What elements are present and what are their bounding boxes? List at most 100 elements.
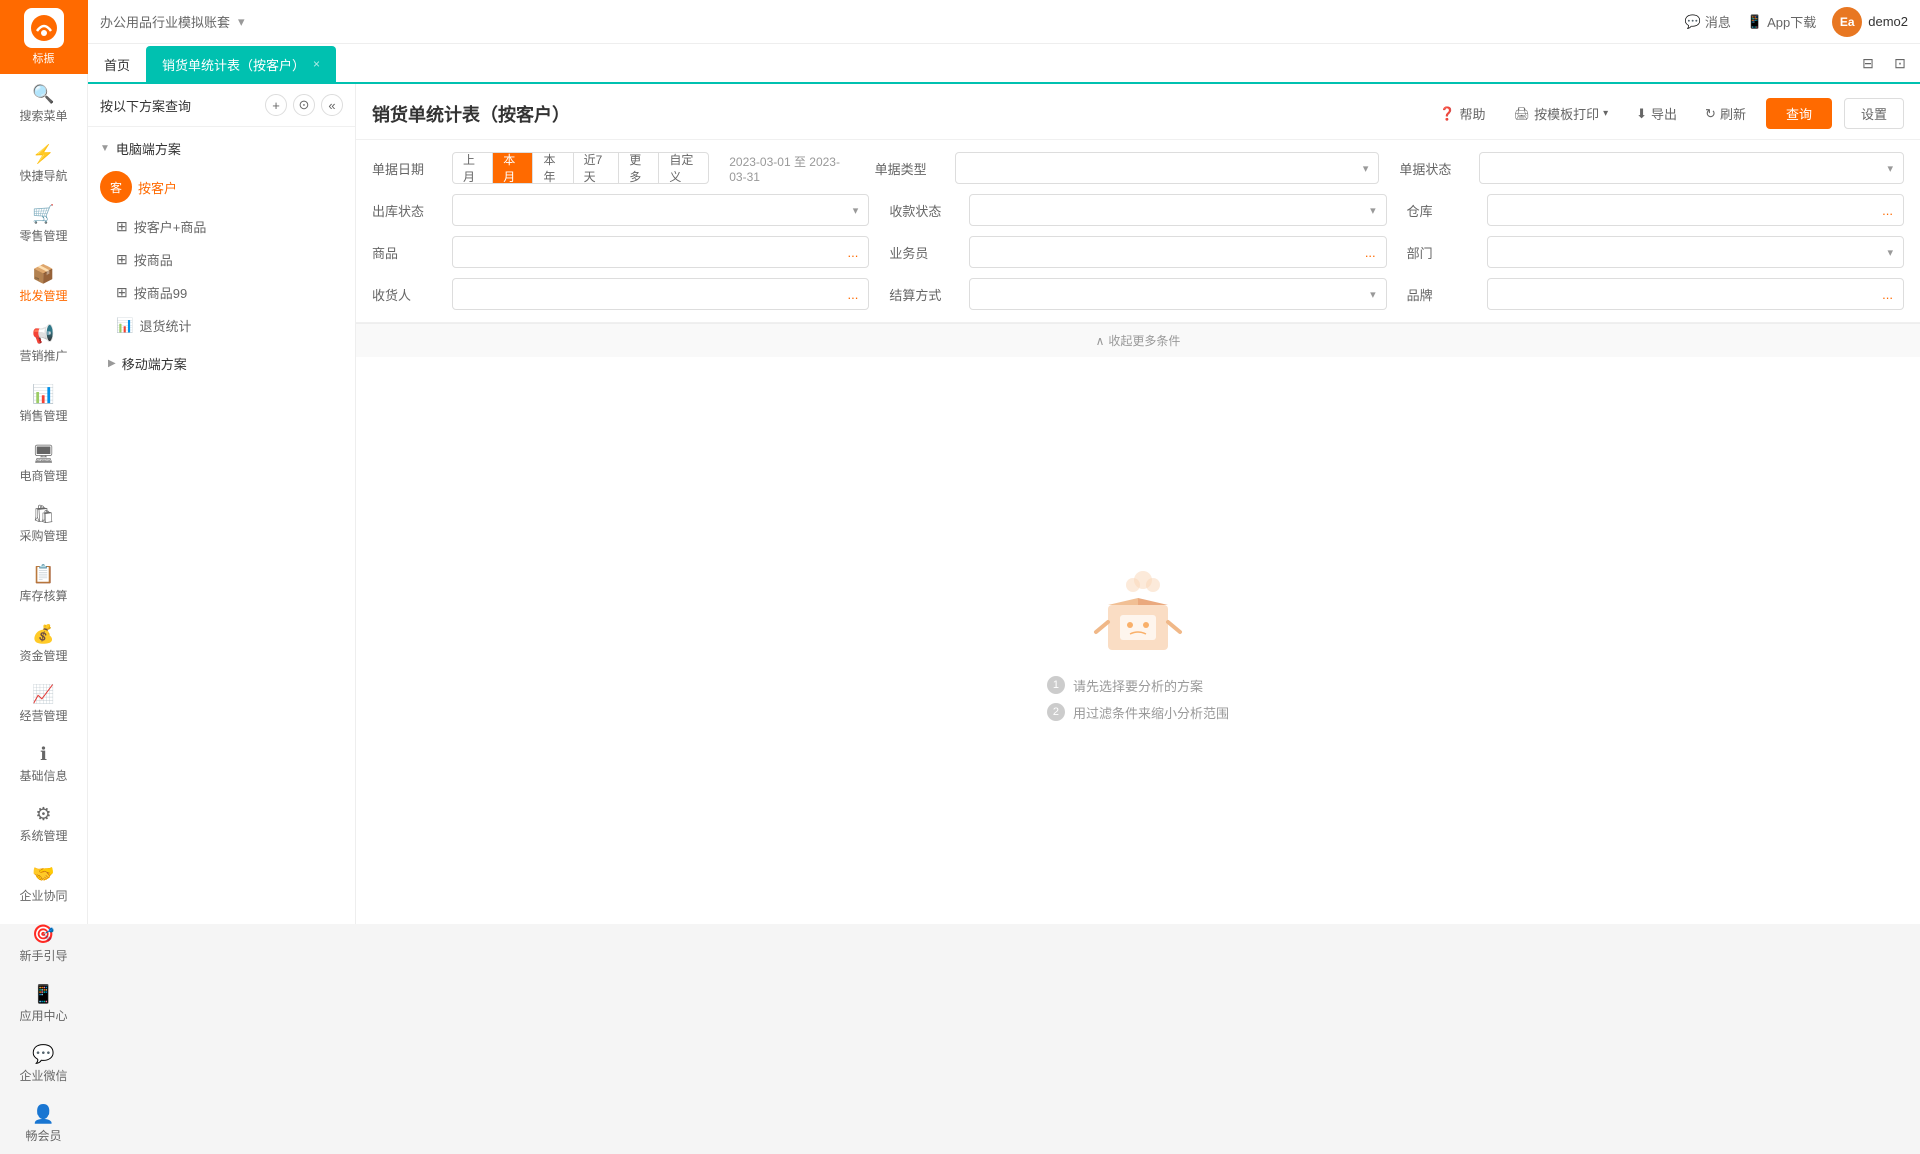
- tree-label-product: 按商品: [134, 250, 173, 269]
- sidebar-item-sales[interactable]: 📊 销售管理: [0, 374, 87, 434]
- sidebar-item-member[interactable]: 👤 畅会员: [0, 1094, 87, 1154]
- sidebar-item-finance[interactable]: 💰 资金管理: [0, 614, 87, 674]
- date-tab-7-days-label: 近7天: [584, 152, 609, 184]
- tab-close-icon[interactable]: ×: [313, 57, 320, 71]
- download-icon: 📱: [1747, 14, 1763, 30]
- tree-item-by-customer[interactable]: 客 按客户: [88, 164, 355, 210]
- sidebar-item-quick-nav[interactable]: ⚡ 快捷导航: [0, 134, 87, 194]
- dept-label: 部门: [1407, 243, 1487, 262]
- salesperson-control[interactable]: ...: [969, 236, 1386, 268]
- marketing-icon: 📢: [32, 324, 54, 345]
- logo-icon: [24, 8, 64, 48]
- print-icon: 🖨: [1514, 106, 1531, 122]
- date-tab-custom-label: 自定义: [669, 152, 698, 184]
- sidebar-label-member: 畅会员: [25, 1127, 61, 1144]
- tree-item-customer-product[interactable]: ⊞ 按客户+商品: [88, 210, 355, 243]
- panel-collapse-button[interactable]: «: [321, 94, 343, 116]
- active-item-icon: 客: [110, 179, 122, 196]
- sidebar-item-retail[interactable]: 🛒 零售管理: [0, 194, 87, 254]
- sidebar-item-ecommerce[interactable]: 🖥 电商管理: [0, 434, 87, 494]
- help-button[interactable]: ❓ 帮助: [1431, 100, 1493, 127]
- sidebar-item-wholesale[interactable]: 📦 批发管理: [0, 254, 87, 314]
- payment-control[interactable]: ▾: [969, 278, 1386, 310]
- tree-label-product-99: 按商品99: [134, 283, 187, 302]
- sidebar-label-retail: 零售管理: [19, 227, 67, 244]
- warehouse-label: 仓库: [1407, 201, 1487, 220]
- tree-item-return-stats[interactable]: 📊 退货统计: [88, 309, 355, 342]
- status-dropdown-icon: ▾: [1887, 162, 1893, 175]
- sidebar-item-search[interactable]: 🔍 搜索菜单: [0, 74, 87, 134]
- system-icon: ⚙: [35, 804, 51, 825]
- page-title: 销货单统计表（按客户）: [372, 101, 570, 127]
- tree-section-mobile-header[interactable]: ▶ 移动端方案: [88, 348, 355, 379]
- inventory-icon: 📋: [32, 564, 54, 585]
- dept-control[interactable]: ▾: [1487, 236, 1904, 268]
- collect-status-control[interactable]: ▾: [969, 194, 1386, 226]
- app-logo[interactable]: 标振: [0, 0, 88, 74]
- print-button[interactable]: 🖨 按模板打印 ▾: [1506, 100, 1617, 127]
- date-range: 2023-03-01 至 2023-03-31: [729, 153, 854, 184]
- tree-section-pc-header[interactable]: ▼ 电脑端方案: [88, 133, 355, 164]
- left-panel: 按以下方案查询 + ⊙ « ▼ 电脑端方案 客 按客户: [88, 84, 356, 924]
- date-tab-last-month[interactable]: 上月: [453, 153, 493, 183]
- out-status-control[interactable]: ▾: [452, 194, 869, 226]
- collapse-label: 收起更多条件: [1108, 332, 1180, 349]
- out-status-label: 出库状态: [372, 201, 452, 220]
- sidebar-item-basic[interactable]: ℹ 基础信息: [0, 734, 87, 794]
- product-label: 商品: [372, 243, 452, 262]
- date-tab-more[interactable]: 更多: [619, 153, 659, 183]
- empty-illustration: [1078, 560, 1198, 660]
- collapse-bar[interactable]: ∧ 收起更多条件: [356, 323, 1920, 357]
- tree-icon-product: ⊞: [116, 251, 128, 268]
- status-filter-label: 单据状态: [1399, 159, 1479, 178]
- sidebar-item-system[interactable]: ⚙ 系统管理: [0, 794, 87, 854]
- panel-add-button[interactable]: +: [265, 94, 287, 116]
- empty-state: 1 请先选择要分析的方案 2 用过滤条件来缩小分析范围: [356, 357, 1920, 924]
- filter-row-4: 收货人 ... 结算方式 ▾ 品牌 ...: [372, 278, 1904, 310]
- warehouse-control[interactable]: ...: [1487, 194, 1904, 226]
- refresh-button[interactable]: ↻ 刷新: [1697, 100, 1754, 127]
- tab-home[interactable]: 首页: [88, 46, 146, 82]
- tab-minimize-button[interactable]: ⊟: [1856, 51, 1880, 75]
- app-download-button[interactable]: 📱 App下载: [1747, 12, 1816, 31]
- ecommerce-icon: 🖥: [32, 444, 55, 465]
- date-tab-current-month[interactable]: 本月: [493, 153, 533, 183]
- print-dropdown-icon: ▾: [1603, 108, 1608, 119]
- sidebar-item-apps[interactable]: 📱 应用中心: [0, 974, 87, 1034]
- tree-item-by-product-99[interactable]: ⊞ 按商品99: [88, 276, 355, 309]
- sidebar-item-inventory[interactable]: 📋 库存核算: [0, 554, 87, 614]
- sidebar-item-newbie[interactable]: 🎯 新手引导: [0, 914, 87, 974]
- pc-section-label: 电脑端方案: [116, 139, 181, 158]
- query-button[interactable]: 查询: [1766, 98, 1832, 129]
- receiver-label: 收货人: [372, 285, 452, 304]
- date-tab-7-days[interactable]: 近7天: [574, 153, 620, 183]
- user-menu[interactable]: Ea demo2: [1832, 7, 1908, 37]
- nav-title: 办公用品行业模拟账套: [100, 12, 230, 31]
- type-filter-control[interactable]: ▾: [955, 152, 1380, 184]
- message-button[interactable]: 💬 消息: [1685, 12, 1731, 31]
- settings-button[interactable]: 设置: [1844, 98, 1904, 129]
- sidebar-item-marketing[interactable]: 📢 营销推广: [0, 314, 87, 374]
- export-button[interactable]: ⬇ 导出: [1628, 100, 1685, 127]
- product-control[interactable]: ...: [452, 236, 869, 268]
- date-tab-custom[interactable]: 自定义: [659, 153, 708, 183]
- avatar-initials: Ea: [1840, 15, 1855, 29]
- date-tab-current-year[interactable]: 本年: [533, 153, 573, 183]
- tab-active[interactable]: 销货单统计表（按客户） ×: [146, 46, 336, 82]
- apps-icon: 📱: [32, 984, 54, 1005]
- status-filter-control[interactable]: ▾: [1479, 152, 1904, 184]
- date-filter-label: 单据日期: [372, 159, 452, 178]
- sidebar-item-business[interactable]: 📈 经营管理: [0, 674, 87, 734]
- receiver-control[interactable]: ...: [452, 278, 869, 310]
- sidebar-item-cooperation[interactable]: 🤝 企业协同: [0, 854, 87, 914]
- dropdown-arrow-icon[interactable]: ▾: [238, 14, 245, 30]
- top-header: 办公用品行业模拟账套 ▾ 💬 消息 📱 App下载 Ea demo2: [88, 0, 1920, 44]
- main-area: 办公用品行业模拟账套 ▾ 💬 消息 📱 App下载 Ea demo2 首页: [88, 0, 1920, 924]
- sidebar-label-inventory: 库存核算: [19, 587, 67, 604]
- sidebar-item-purchase[interactable]: 🛍 采购管理: [0, 494, 87, 554]
- sidebar-item-wechat[interactable]: 💬 企业微信: [0, 1034, 87, 1094]
- brand-control[interactable]: ...: [1487, 278, 1904, 310]
- panel-settings-button[interactable]: ⊙: [293, 94, 315, 116]
- tab-maximize-button[interactable]: ⊡: [1888, 51, 1912, 75]
- tree-item-by-product[interactable]: ⊞ 按商品: [88, 243, 355, 276]
